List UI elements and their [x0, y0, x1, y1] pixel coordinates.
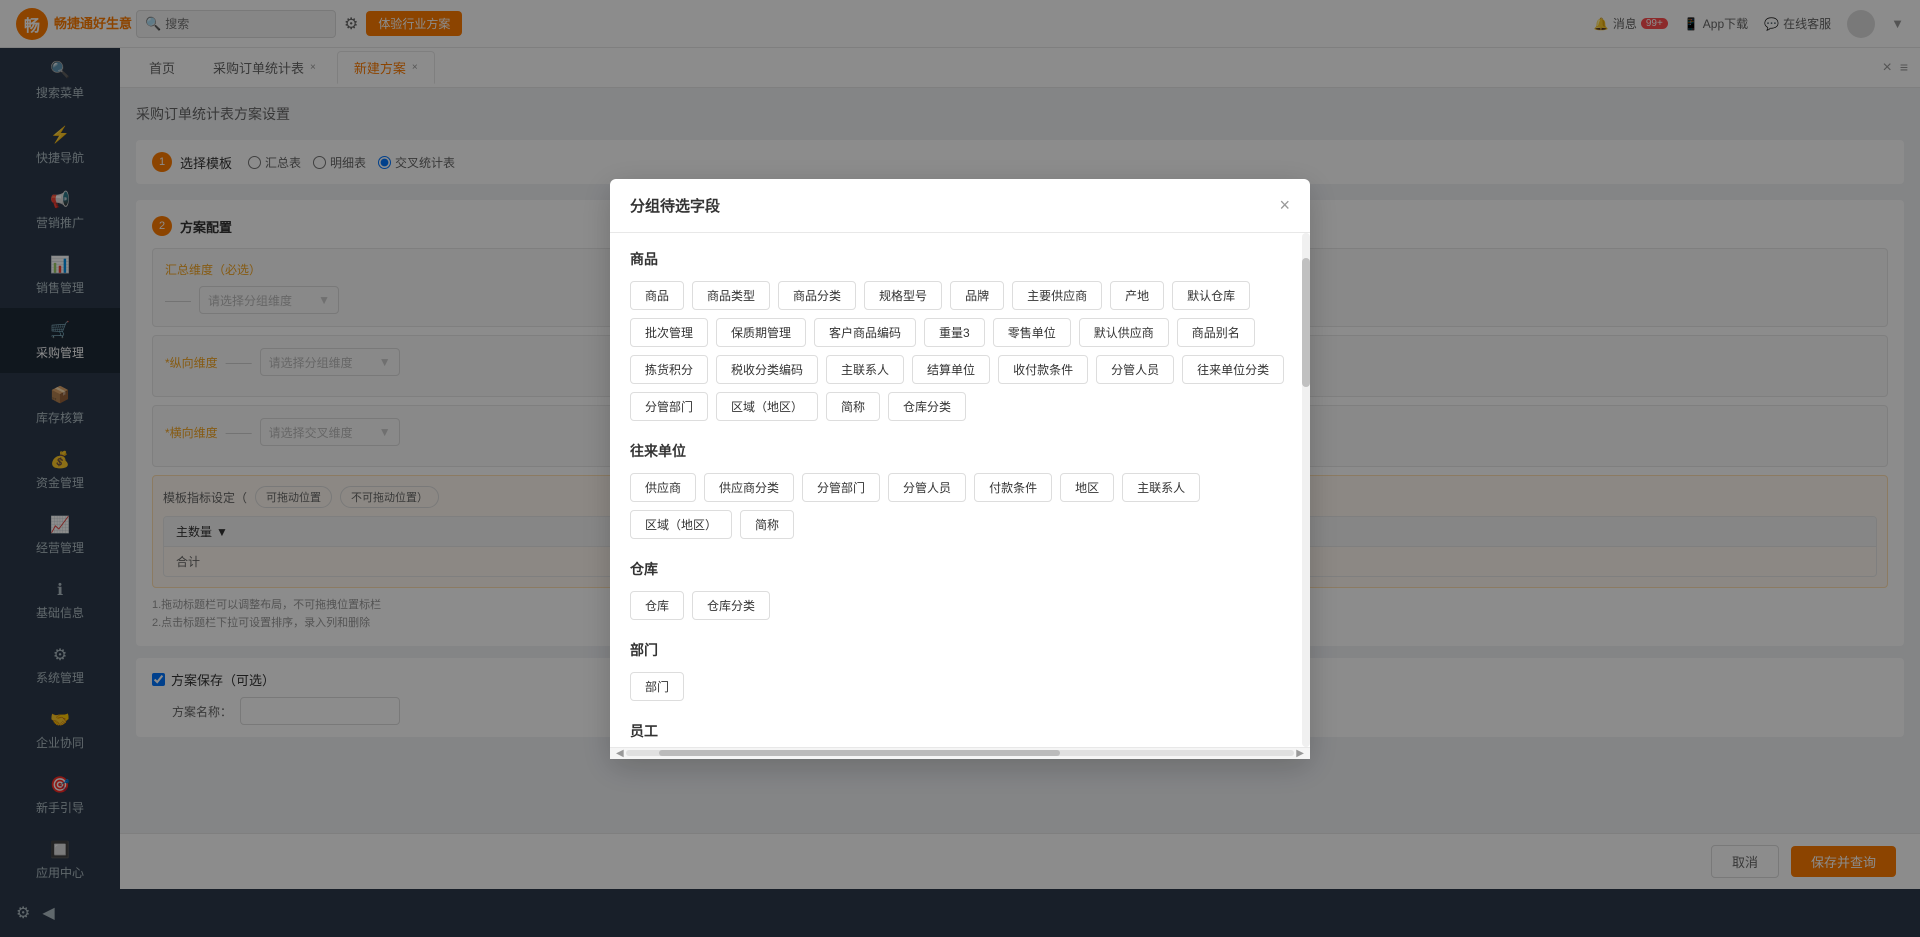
modal-header: 分组待选字段 ×	[610, 179, 1310, 233]
modal-scroll-bottom: ◀ ▶	[610, 747, 1310, 759]
field-item-supplier-cat[interactable]: 供应商分类	[704, 473, 794, 502]
field-item-dept[interactable]: 分管部门	[630, 392, 708, 421]
field-item-goods-alias[interactable]: 商品别名	[1177, 318, 1255, 347]
group-title-department: 部门	[630, 640, 1290, 660]
field-item-main-contact[interactable]: 主联系人	[826, 355, 904, 384]
field-item-warehouse-cat[interactable]: 仓库分类	[888, 392, 966, 421]
field-item-brand[interactable]: 品牌	[950, 281, 1004, 310]
field-item-pick-points[interactable]: 拣货积分	[630, 355, 708, 384]
scroll-right-arrow[interactable]: ▶	[1294, 748, 1306, 759]
field-select-modal: 分组待选字段 × 商品 商品 商品类型 商品分类 规格型号 品牌 主要供应商 产…	[610, 179, 1310, 759]
group-title-employee: 员工	[630, 721, 1290, 741]
field-item-main-supplier[interactable]: 主要供应商	[1012, 281, 1102, 310]
field-items-warehouse: 仓库 仓库分类	[630, 591, 1290, 620]
field-item-warehouse-category[interactable]: 仓库分类	[692, 591, 770, 620]
modal-title: 分组待选字段	[630, 195, 720, 216]
field-item-payment-terms[interactable]: 收付款条件	[998, 355, 1088, 384]
field-group-goods: 商品 商品 商品类型 商品分类 规格型号 品牌 主要供应商 产地 默认仓库 批次…	[630, 249, 1290, 421]
field-item-region-goods[interactable]: 区域（地区）	[716, 392, 818, 421]
field-item-contact-partner[interactable]: 主联系人	[1122, 473, 1200, 502]
field-item-default-warehouse[interactable]: 默认仓库	[1172, 281, 1250, 310]
field-item-default-supplier[interactable]: 默认供应商	[1079, 318, 1169, 347]
scroll-left-arrow[interactable]: ◀	[614, 748, 626, 759]
group-title-goods: 商品	[630, 249, 1290, 269]
field-group-warehouse: 仓库 仓库 仓库分类	[630, 559, 1290, 620]
modal-close-button[interactable]: ×	[1279, 195, 1290, 216]
field-item-goods-type[interactable]: 商品类型	[692, 281, 770, 310]
field-item-manager[interactable]: 分管人员	[1096, 355, 1174, 384]
field-items-department: 部门	[630, 672, 1290, 701]
group-title-warehouse: 仓库	[630, 559, 1290, 579]
field-item-goods[interactable]: 商品	[630, 281, 684, 310]
field-item-spec-model[interactable]: 规格型号	[864, 281, 942, 310]
field-item-abbr-partner[interactable]: 简称	[740, 510, 794, 539]
field-item-dept-partner[interactable]: 分管部门	[802, 473, 880, 502]
field-group-employee: 员工 业务员	[630, 721, 1290, 747]
field-item-department[interactable]: 部门	[630, 672, 684, 701]
field-item-settlement-unit[interactable]: 结算单位	[912, 355, 990, 384]
field-items-partner: 供应商 供应商分类 分管部门 分管人员 付款条件 地区 主联系人 区域（地区） …	[630, 473, 1290, 539]
field-item-customer-code[interactable]: 客户商品编码	[814, 318, 916, 347]
group-title-partner: 往来单位	[630, 441, 1290, 461]
field-item-payment-cond[interactable]: 付款条件	[974, 473, 1052, 502]
field-item-supplier[interactable]: 供应商	[630, 473, 696, 502]
field-item-abbr[interactable]: 简称	[826, 392, 880, 421]
field-item-batch-mgmt[interactable]: 批次管理	[630, 318, 708, 347]
scroll-h-thumb	[659, 750, 1060, 756]
field-items-goods: 商品 商品类型 商品分类 规格型号 品牌 主要供应商 产地 默认仓库 批次管理 …	[630, 281, 1290, 421]
field-item-warehouse[interactable]: 仓库	[630, 591, 684, 620]
field-item-retail-unit[interactable]: 零售单位	[993, 318, 1071, 347]
modal-body: 商品 商品 商品类型 商品分类 规格型号 品牌 主要供应商 产地 默认仓库 批次…	[610, 233, 1310, 747]
field-item-goods-category[interactable]: 商品分类	[778, 281, 856, 310]
field-item-partner-category[interactable]: 往来单位分类	[1182, 355, 1284, 384]
field-item-origin[interactable]: 产地	[1110, 281, 1164, 310]
field-group-department: 部门 部门	[630, 640, 1290, 701]
scroll-h-track	[626, 750, 1295, 756]
field-item-area-partner[interactable]: 区域（地区）	[630, 510, 732, 539]
field-item-region-partner[interactable]: 地区	[1060, 473, 1114, 502]
field-item-tax-code[interactable]: 税收分类编码	[716, 355, 818, 384]
field-item-weight[interactable]: 重量3	[924, 318, 985, 347]
field-group-partner: 往来单位 供应商 供应商分类 分管部门 分管人员 付款条件 地区 主联系人 区域…	[630, 441, 1290, 539]
field-item-manager-partner[interactable]: 分管人员	[888, 473, 966, 502]
field-item-expiry-mgmt[interactable]: 保质期管理	[716, 318, 806, 347]
